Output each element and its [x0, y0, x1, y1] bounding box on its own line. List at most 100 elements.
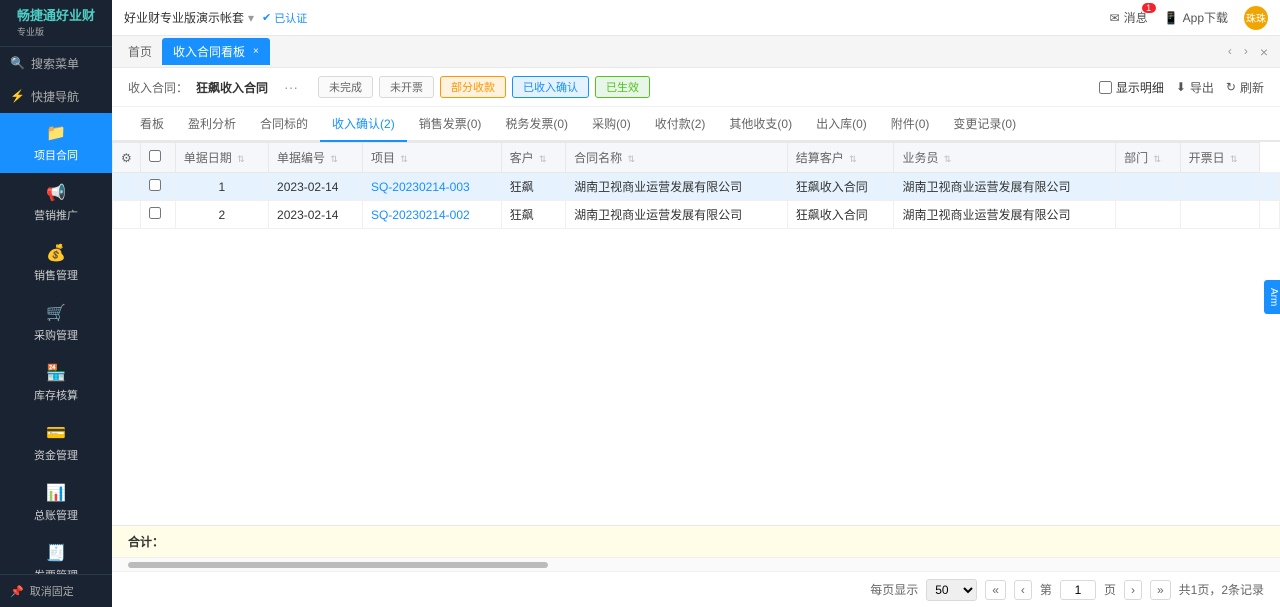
select-all-checkbox[interactable] [149, 150, 161, 162]
tab-close-all-icon[interactable]: × [1256, 42, 1272, 62]
th-order-no[interactable]: 单据编号 ⇅ [269, 143, 363, 173]
sidebar-item-发票管理[interactable]: 🧾发票管理 [0, 533, 112, 574]
inner-tab-税务发票[interactable]: 税务发票(0) [493, 107, 580, 142]
tab-active[interactable]: 收入合同看板 × [162, 38, 270, 65]
sidebar-item-销售管理[interactable]: 💰销售管理 [0, 233, 112, 293]
content-area: 收入合同： 狂飙收入合同 ··· 未完成未开票部分收款已收入确认已生效 显示明细… [112, 68, 1280, 607]
prev-page-button[interactable]: ‹ [1014, 580, 1032, 600]
row-settings-0[interactable] [113, 173, 141, 201]
table-header-row: ⚙ 单据日期 ⇅ 单据编号 ⇅ 项目 ⇅ 客户 ⇅ 合同名称 ⇅ 结算客户 ⇅ … [113, 143, 1280, 173]
total-label: 合计： [128, 533, 164, 550]
display-detail-input[interactable] [1099, 81, 1112, 94]
th-settings[interactable]: ⚙ [113, 143, 141, 173]
th-checkbox[interactable] [141, 143, 176, 173]
table-row[interactable]: 1 2023-02-14 SQ-20230214-003 狂飙 湖南卫视商业运营… [113, 173, 1280, 201]
tab-prev-icon[interactable]: ‹ [1224, 42, 1236, 62]
order-link-1[interactable]: SQ-20230214-002 [371, 208, 470, 222]
horizontal-scrollbar[interactable] [112, 557, 1280, 571]
inner-tab-收付款[interactable]: 收付款(2) [643, 107, 718, 142]
th-department[interactable]: 部门 ⇅ [1116, 143, 1181, 173]
inner-tab-看板[interactable]: 看板 [128, 107, 176, 142]
message-icon: ✉ [1110, 11, 1120, 25]
status-btn-3[interactable]: 已收入确认 [512, 76, 589, 98]
row-salesman-0 [1116, 173, 1181, 201]
tab-close-icon[interactable]: × [253, 46, 259, 57]
table-row[interactable]: 2 2023-02-14 SQ-20230214-002 狂飙 湖南卫视商业运营… [113, 201, 1280, 229]
th-settlement-customer[interactable]: 结算客户 ⇅ [787, 143, 894, 173]
per-page-select[interactable]: 50 20 100 [926, 579, 977, 601]
row-date-0: 2023-02-14 [269, 173, 363, 201]
status-btn-2[interactable]: 部分收款 [440, 76, 506, 98]
page-number-input[interactable] [1060, 580, 1096, 600]
status-btn-0[interactable]: 未完成 [318, 76, 373, 98]
inner-tab-其他收支[interactable]: 其他收支(0) [717, 107, 804, 142]
th-invoice-date[interactable]: 开票日 ⇅ [1180, 143, 1259, 173]
th-project[interactable]: 项目 ⇅ [362, 143, 501, 173]
sidebar-quick-nav[interactable]: ⚡ 快捷导航 [0, 80, 112, 113]
tab-home[interactable]: 首页 [120, 39, 160, 64]
row-order-0[interactable]: SQ-20230214-003 [362, 173, 501, 201]
contract-header-actions: 显示明细 ⬇ 导出 ↻ 刷新 [1099, 79, 1264, 96]
inner-tab-附件[interactable]: 附件(0) [879, 107, 942, 142]
sidebar-item-采购管理[interactable]: 🛒采购管理 [0, 293, 112, 353]
sidebar-item-营销推广[interactable]: 📢营销推广 [0, 173, 112, 233]
inner-tab-出入库[interactable]: 出入库(0) [804, 107, 879, 142]
tab-next-icon[interactable]: › [1240, 42, 1252, 62]
th-customer[interactable]: 客户 ⇅ [501, 143, 566, 173]
last-page-button[interactable]: » [1150, 580, 1171, 600]
page-word: 第 [1040, 581, 1052, 598]
row-num-1: 2 [175, 201, 268, 229]
app-download-button[interactable]: 📱 App下载 [1164, 9, 1228, 26]
avatar[interactable]: 珠珠 [1244, 6, 1268, 30]
first-page-button[interactable]: « [985, 580, 1006, 600]
sidebar-icon-4: 🏪 [46, 363, 66, 383]
sidebar-bottom-pin[interactable]: 📌 取消固定 [0, 574, 112, 607]
inner-tab-采购[interactable]: 采购(0) [580, 107, 643, 142]
inner-tab-合同标的[interactable]: 合同标的 [248, 107, 320, 142]
row-salesman-1 [1116, 201, 1181, 229]
row-checkbox-0[interactable] [141, 173, 176, 201]
sidebar-label-1: 营销推广 [34, 207, 78, 223]
inner-tabs: 看板盈利分析合同标的收入确认(2)销售发票(0)税务发票(0)采购(0)收付款(… [112, 107, 1280, 142]
inner-tab-变更记录[interactable]: 变更记录(0) [941, 107, 1028, 142]
table-area[interactable]: ⚙ 单据日期 ⇅ 单据编号 ⇅ 项目 ⇅ 客户 ⇅ 合同名称 ⇅ 结算客户 ⇅ … [112, 142, 1280, 525]
company-selector[interactable]: 好业财专业版演示帐套 ▾ [124, 9, 254, 26]
row-checkbox-1[interactable] [141, 201, 176, 229]
th-contract-name[interactable]: 合同名称 ⇅ [566, 143, 788, 173]
th-salesman[interactable]: 业务员 ⇅ [894, 143, 1116, 173]
order-link-0[interactable]: SQ-20230214-003 [371, 180, 470, 194]
sidebar-item-项目合同[interactable]: 📁项目合同 [0, 113, 112, 173]
scroll-thumb[interactable] [128, 562, 548, 568]
row-settings-1[interactable] [113, 201, 141, 229]
refresh-button[interactable]: ↻ 刷新 [1226, 79, 1264, 96]
inner-tab-收入确认[interactable]: 收入确认(2) [320, 107, 407, 142]
sidebar-search[interactable]: 🔍 搜索菜单 [0, 47, 112, 80]
display-detail-checkbox[interactable]: 显示明细 [1099, 79, 1164, 96]
row-order-1[interactable]: SQ-20230214-002 [362, 201, 501, 229]
sidebar-item-资金管理[interactable]: 💳资金管理 [0, 413, 112, 473]
sidebar-item-总账管理[interactable]: 📊总账管理 [0, 473, 112, 533]
sidebar-item-库存核算[interactable]: 🏪 库存核算 [0, 353, 112, 413]
contract-more-icon[interactable]: ··· [284, 79, 298, 95]
total-info: 共1页，2条记录 [1179, 581, 1264, 598]
th-date[interactable]: 单据日期 ⇅ [175, 143, 268, 173]
sidebar: 畅捷通好业财 专业版 🔍 搜索菜单 ⚡ 快捷导航 📁项目合同📢营销推广💰销售管理… [0, 0, 112, 607]
status-btn-1[interactable]: 未开票 [379, 76, 434, 98]
data-table: ⚙ 单据日期 ⇅ 单据编号 ⇅ 项目 ⇅ 客户 ⇅ 合同名称 ⇅ 结算客户 ⇅ … [112, 142, 1280, 229]
export-button[interactable]: ⬇ 导出 [1176, 79, 1214, 96]
next-page-button[interactable]: › [1124, 580, 1142, 600]
status-btn-4[interactable]: 已生效 [595, 76, 650, 98]
settings-icon[interactable]: ⚙ [121, 151, 132, 165]
messages-button[interactable]: ✉ 1 消息 [1110, 9, 1148, 26]
inner-tab-销售发票[interactable]: 销售发票(0) [407, 107, 494, 142]
pagination: 每页显示 50 20 100 « ‹ 第 页 › » 共1页，2条记录 [112, 571, 1280, 607]
sidebar-label-4: 库存核算 [34, 387, 78, 403]
export-label: 导出 [1190, 79, 1214, 96]
topbar: 好业财专业版演示帐套 ▾ ✔ 已认证 ✉ 1 消息 📱 App下载 珠珠 [112, 0, 1280, 36]
row-settlement-1: 湖南卫视商业运营发展有限公司 [894, 201, 1116, 229]
row-num-0: 1 [175, 173, 268, 201]
pin-icon: 📌 [10, 585, 24, 598]
sort-invoice-icon: ⇅ [1230, 154, 1238, 164]
right-panel-button[interactable]: Arm [1264, 280, 1280, 314]
inner-tab-盈利分析[interactable]: 盈利分析 [176, 107, 248, 142]
